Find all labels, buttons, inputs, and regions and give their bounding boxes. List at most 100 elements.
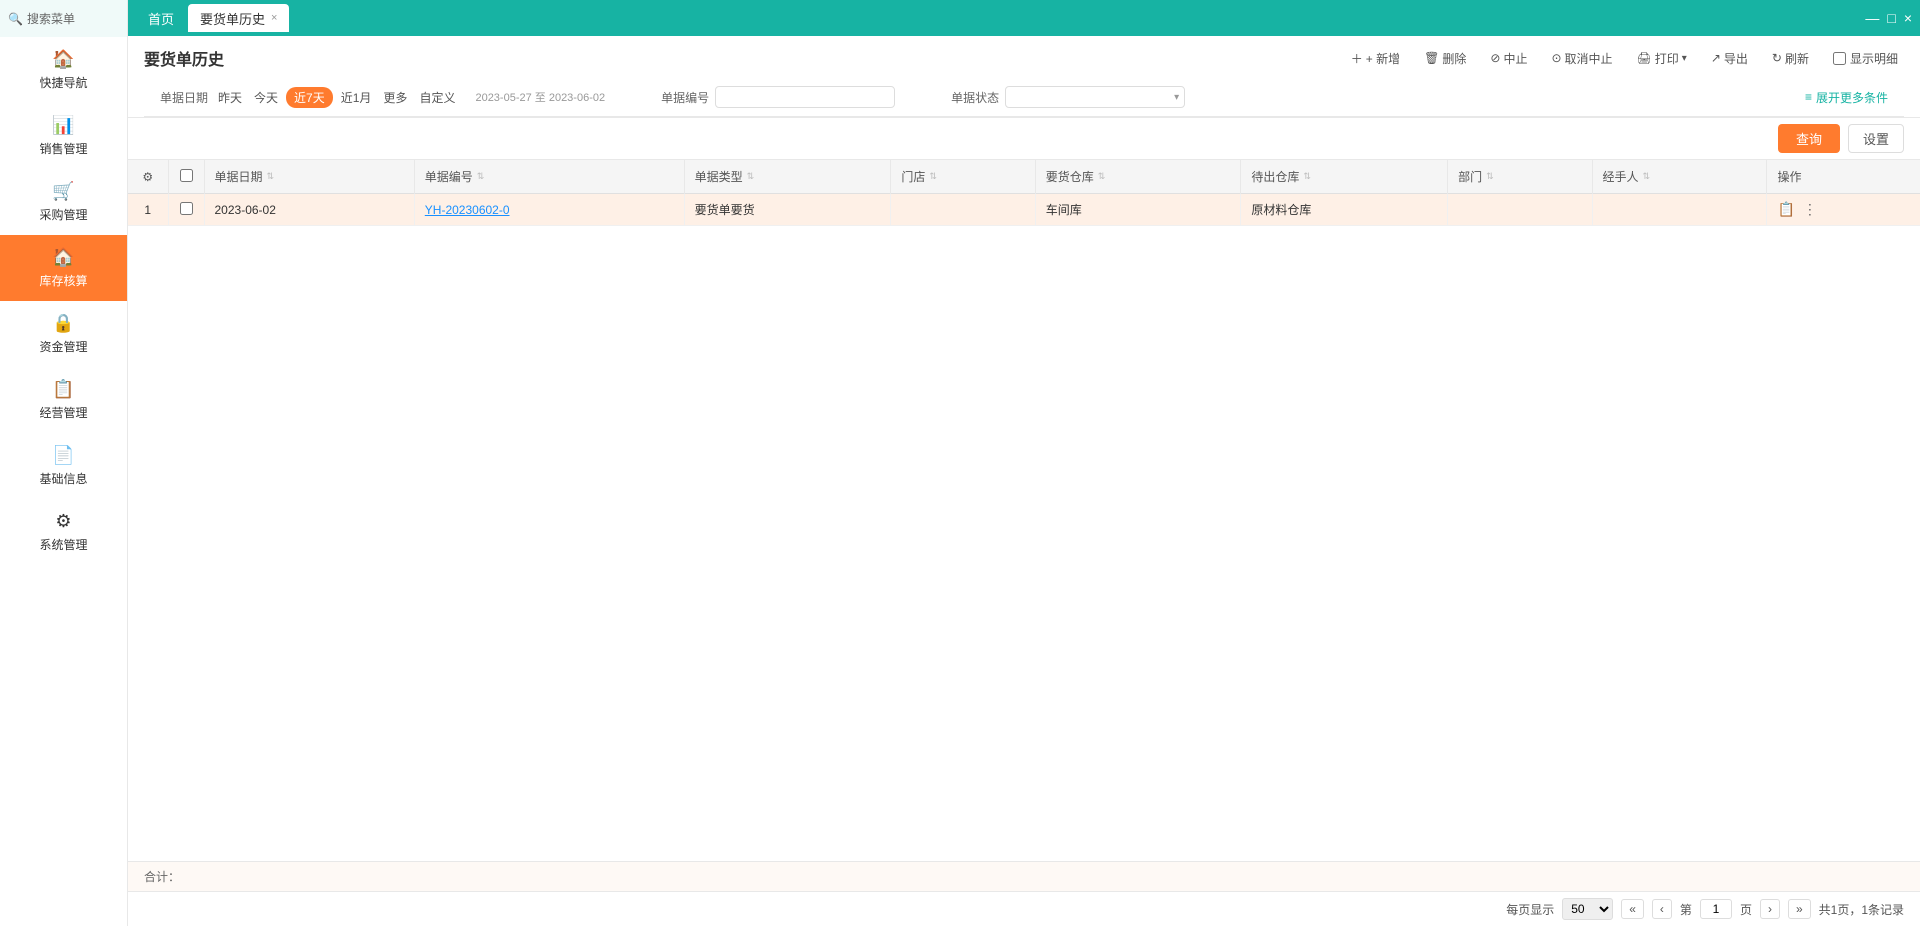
query-button[interactable]: 查询 <box>1778 124 1840 153</box>
window-minimize-icon[interactable]: — <box>1865 10 1879 26</box>
sort-doc-no-icon[interactable]: ⇅ <box>477 171 485 182</box>
page-number-input[interactable] <box>1700 899 1732 919</box>
row-checkbox[interactable] <box>180 202 193 215</box>
th-actions-label: 操作 <box>1777 170 1801 184</box>
purchase-icon: 🛒 <box>52 181 74 202</box>
sidebar-item-label: 采购管理 <box>39 206 87 223</box>
cancel-stop-button[interactable]: ⊙ 取消中止 <box>1545 47 1618 70</box>
expand-icon: ≡ <box>1805 90 1812 104</box>
tab-bar-right: — □ × <box>1865 10 1912 26</box>
sidebar-item-label: 经营管理 <box>39 404 87 421</box>
sidebar-search[interactable]: 🔍 搜索菜单 <box>0 0 127 37</box>
doc-no-link[interactable]: YH-20230602-0 <box>425 203 510 217</box>
tab-close-icon[interactable]: × <box>271 12 277 24</box>
sidebar-item-label: 库存核算 <box>39 272 87 289</box>
date-btn-1month[interactable]: 近1月 <box>337 87 376 108</box>
date-btn-yesterday[interactable]: 昨天 <box>214 87 246 108</box>
print-button[interactable]: 🖨 打印 ▾ <box>1631 47 1693 70</box>
delete-button[interactable]: 🗑 删除 <box>1418 47 1472 70</box>
add-button[interactable]: ＋ + 新增 <box>1345 47 1406 70</box>
sort-doc-type-icon[interactable]: ⇅ <box>747 171 755 182</box>
last-page-button[interactable]: » <box>1788 899 1811 919</box>
settings-button[interactable]: 设置 <box>1848 124 1904 153</box>
th-settings: ⚙ <box>128 160 168 194</box>
status-select[interactable] <box>1005 86 1185 108</box>
th-store-label: 门店 <box>901 168 925 185</box>
sidebar-item-operations[interactable]: 📋 经营管理 <box>0 367 127 433</box>
sort-store-icon[interactable]: ⇅ <box>929 171 937 182</box>
page-header: 要货单历史 ＋ + 新增 🗑 删除 ⊘ 中止 ⊙ 取消中止 <box>128 36 1920 118</box>
row-handler <box>1592 194 1767 226</box>
th-req-warehouse: 要货仓库 ⇅ <box>1035 160 1241 194</box>
doc-no-input[interactable] <box>715 86 895 108</box>
th-handler: 经手人 ⇅ <box>1592 160 1767 194</box>
row-department <box>1448 194 1592 226</box>
sidebar-item-quick-nav[interactable]: 🏠 快捷导航 <box>0 37 127 103</box>
export-button[interactable]: ↗ 导出 <box>1705 47 1754 70</box>
action-buttons-row: 查询 设置 <box>128 118 1920 160</box>
stop-icon: ⊘ <box>1490 51 1500 65</box>
date-filter-label: 单据日期 <box>160 89 208 106</box>
next-page-button[interactable]: › <box>1760 899 1780 919</box>
print-icon: 🖨 <box>1637 51 1652 65</box>
sidebar-item-basic-info[interactable]: 📄 基础信息 <box>0 433 127 499</box>
cancel-stop-icon: ⊙ <box>1551 51 1561 65</box>
date-btn-today[interactable]: 今天 <box>250 87 282 108</box>
th-actions: 操作 <box>1767 160 1920 194</box>
tab-home[interactable]: 首页 <box>136 4 186 32</box>
sort-pending-warehouse-icon[interactable]: ⇅ <box>1303 171 1311 182</box>
per-page-select[interactable]: 50 100 <box>1562 898 1613 920</box>
th-pending-warehouse: 待出仓库 ⇅ <box>1241 160 1448 194</box>
sort-req-warehouse-icon[interactable]: ⇅ <box>1098 171 1106 182</box>
show-detail-checkbox[interactable] <box>1833 52 1846 65</box>
total-label: 合计： <box>144 870 180 884</box>
sidebar-item-system[interactable]: ⚙ 系统管理 <box>0 499 127 565</box>
sidebar-item-label: 基础信息 <box>39 470 87 487</box>
row-date: 2023-06-02 <box>204 194 414 226</box>
sidebar-item-inventory[interactable]: 🏠 库存核算 <box>0 235 127 301</box>
th-doc-no: 单据编号 ⇅ <box>414 160 684 194</box>
stop-button[interactable]: ⊘ 中止 <box>1484 47 1533 70</box>
basic-info-icon: 📄 <box>52 445 74 466</box>
page-title-row: 要货单历史 ＋ + 新增 🗑 删除 ⊘ 中止 ⊙ 取消中止 <box>144 46 1904 70</box>
sidebar: 🔍 搜索菜单 🏠 快捷导航 📊 销售管理 🛒 采购管理 🏠 库存核算 🔒 资金管… <box>0 0 128 926</box>
row-edit-icon[interactable]: 📋 <box>1777 201 1794 218</box>
th-department-label: 部门 <box>1458 168 1482 185</box>
sort-department-icon[interactable]: ⇅ <box>1486 171 1494 182</box>
date-filter-group: 单据日期 昨天 今天 近7天 近1月 更多 自定义 <box>160 87 459 108</box>
sales-icon: 📊 <box>52 115 74 136</box>
sidebar-item-purchase[interactable]: 🛒 采购管理 <box>0 169 127 235</box>
sidebar-search-label: 搜索菜单 <box>27 10 75 27</box>
refresh-label: 刷新 <box>1785 50 1809 67</box>
select-all-checkbox[interactable] <box>180 169 193 182</box>
home-icon: 🏠 <box>52 49 74 70</box>
window-maximize-icon[interactable]: □ <box>1887 10 1895 26</box>
sort-handler-icon[interactable]: ⇅ <box>1643 171 1651 182</box>
pagination-bar: 每页显示 50 100 « ‹ 第 页 › » 共1页，1条记录 <box>128 891 1920 926</box>
sidebar-item-label: 销售管理 <box>39 140 87 157</box>
window-close-icon[interactable]: × <box>1904 10 1912 26</box>
show-detail-button[interactable]: 显示明细 <box>1827 47 1904 70</box>
sidebar-item-finance[interactable]: 🔒 资金管理 <box>0 301 127 367</box>
doc-no-label: 单据编号 <box>661 89 709 106</box>
sort-date-icon[interactable]: ⇅ <box>267 171 275 182</box>
settings-gear-icon[interactable]: ⚙ <box>142 170 153 184</box>
first-page-button[interactable]: « <box>1621 899 1644 919</box>
th-doc-no-label: 单据编号 <box>425 168 473 185</box>
th-date-label: 单据日期 <box>215 168 263 185</box>
tab-requisition-history[interactable]: 要货单历史 × <box>188 4 289 32</box>
date-btn-more[interactable]: 更多 <box>379 87 411 108</box>
row-more-icon[interactable]: ⋮ <box>1803 201 1817 218</box>
main-area: 首页 要货单历史 × — □ × 要货单历史 ＋ + 新增 🗑 删除 <box>128 0 1920 926</box>
date-range-display: 2023-05-27 至 2023-06-02 <box>475 89 605 105</box>
refresh-button[interactable]: ↻ 刷新 <box>1766 47 1815 70</box>
table-footer: 合计： <box>128 861 1920 891</box>
date-btn-custom[interactable]: 自定义 <box>415 87 459 108</box>
add-icon: ＋ <box>1351 50 1363 67</box>
date-btn-7days[interactable]: 近7天 <box>286 87 333 108</box>
prev-page-button[interactable]: ‹ <box>1652 899 1672 919</box>
system-icon: ⚙ <box>55 511 71 532</box>
sidebar-item-sales[interactable]: 📊 销售管理 <box>0 103 127 169</box>
expand-more-btn[interactable]: ≡ 展开更多条件 <box>1805 89 1888 106</box>
status-select-wrapper: ▾ <box>1005 86 1185 108</box>
